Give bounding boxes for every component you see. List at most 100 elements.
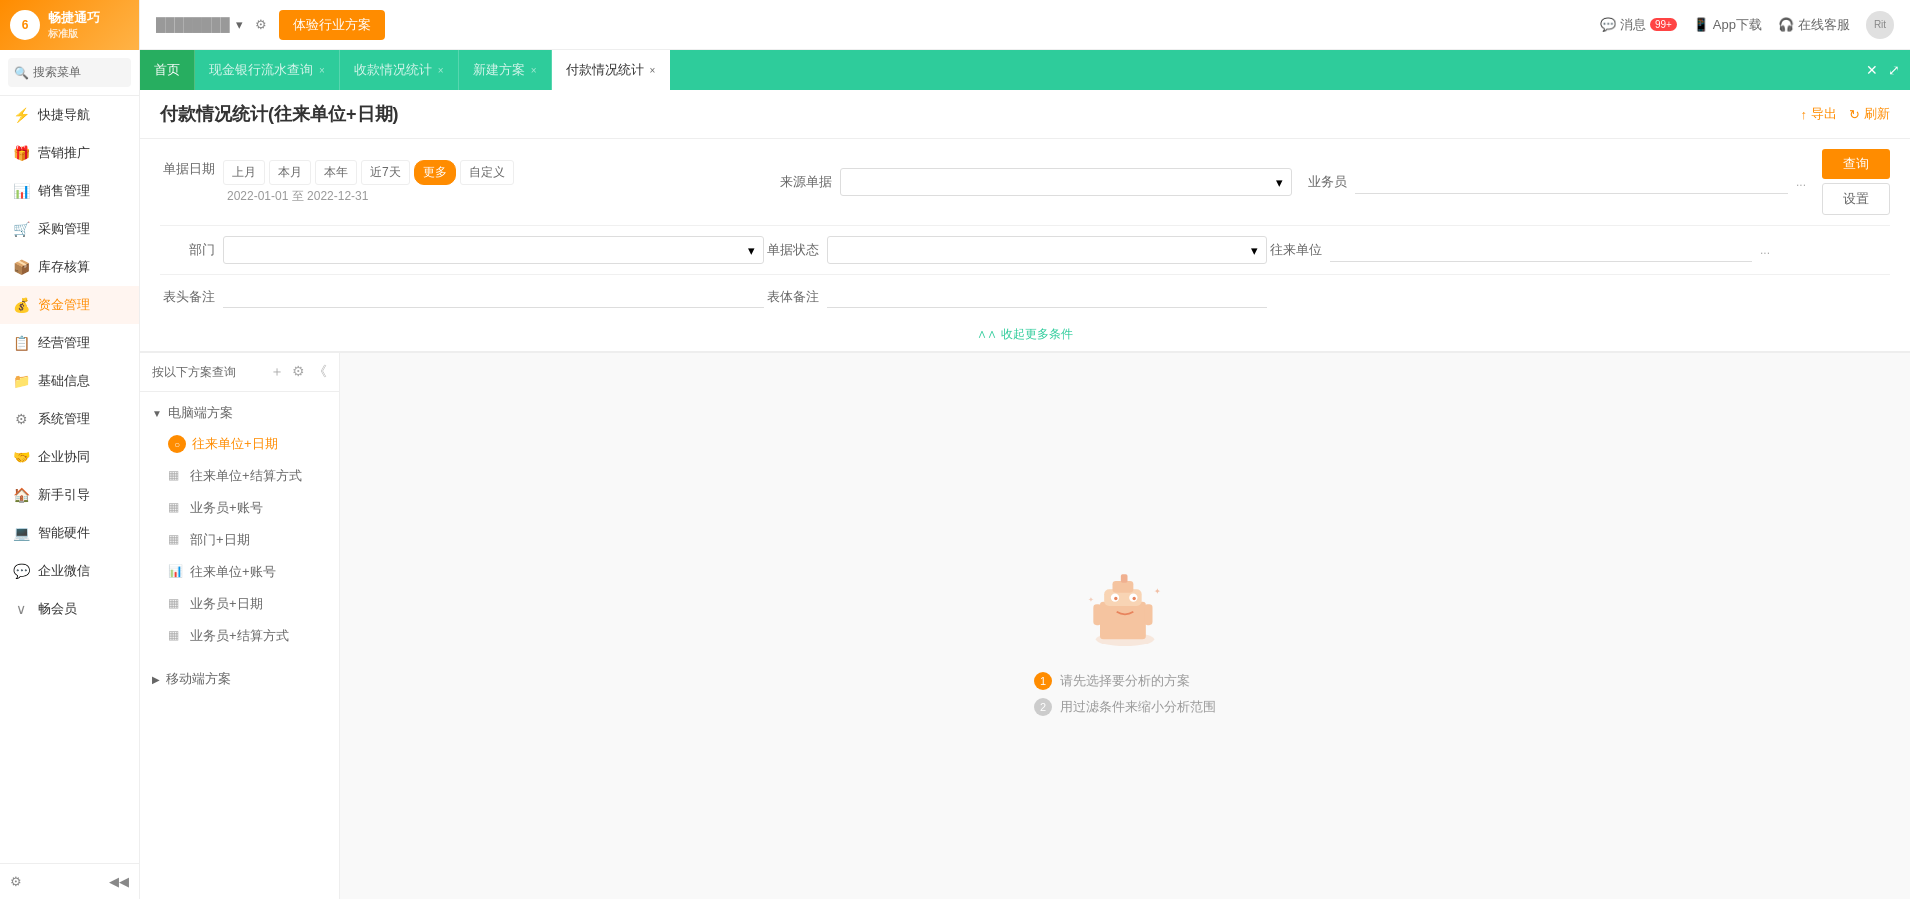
- partner-label: 往来单位: [1267, 241, 1322, 259]
- user-avatar[interactable]: Rit: [1866, 11, 1894, 39]
- sidebar-item-wechat[interactable]: 💬 企业微信: [0, 552, 139, 590]
- body-note-input[interactable]: [827, 285, 1267, 308]
- scheme-group-mobile: ▶ 移动端方案: [140, 658, 339, 700]
- tab-expand-icon[interactable]: ⤢: [1888, 62, 1900, 78]
- tab-payment-stats-label: 收款情况统计: [354, 61, 432, 79]
- sidebar-item-hardware[interactable]: 💻 智能硬件: [0, 514, 139, 552]
- right-panel: ✦ ✦ 1 请先选择要分析的方案 2 用过滤条件来缩小分析范围: [340, 353, 1910, 899]
- tab-new-scheme-close[interactable]: ×: [531, 65, 537, 76]
- tip-number-1: 1: [1034, 672, 1052, 690]
- export-button[interactable]: ↑ 导出: [1801, 105, 1838, 123]
- date-custom-btn[interactable]: 自定义: [460, 160, 514, 185]
- empty-tip-1: 1 请先选择要分析的方案: [1034, 672, 1216, 690]
- scheme-item-icon: ▦: [168, 468, 184, 484]
- partner-input[interactable]: [1330, 239, 1752, 262]
- service-button[interactable]: 🎧 在线客服: [1778, 16, 1850, 34]
- tab-payment-stats-close[interactable]: ×: [438, 65, 444, 76]
- doc-status-select[interactable]: ▾: [827, 236, 1267, 264]
- tab-new-scheme[interactable]: 新建方案 ×: [459, 50, 552, 90]
- tab-cash-flow[interactable]: 现金银行流水查询 ×: [195, 50, 340, 90]
- date-this-month-btn[interactable]: 本月: [269, 160, 311, 185]
- sidebar-item-marketing[interactable]: 🎁 营销推广: [0, 134, 139, 172]
- date-label: 单据日期: [160, 160, 215, 178]
- employee-more-icon[interactable]: ...: [1796, 175, 1806, 189]
- app-download-button[interactable]: 📱 App下载: [1693, 16, 1762, 34]
- settings-icon[interactable]: ⚙: [10, 874, 22, 889]
- tab-home[interactable]: 首页: [140, 50, 195, 90]
- dept-label: 部门: [160, 241, 215, 259]
- wechat-icon: 💬: [12, 562, 30, 580]
- collapse-sidebar-icon[interactable]: ◀◀: [109, 874, 129, 889]
- sidebar-item-shortcut[interactable]: ⚡ 快捷导航: [0, 96, 139, 134]
- scheme-item-partner-settle[interactable]: ▦ 往来单位+结算方式: [140, 460, 339, 492]
- topbar: ████████ ▾ ⚙ 体验行业方案 💬 消息 99+ 📱 App下载 🎧 在…: [140, 0, 1910, 50]
- doc-status-label: 单据状态: [764, 241, 819, 259]
- source-label: 来源单据: [777, 173, 832, 191]
- message-badge: 99+: [1650, 18, 1677, 31]
- tab-close-all-icon[interactable]: ✕: [1866, 62, 1878, 78]
- sidebar-item-capital[interactable]: 💰 资金管理: [0, 286, 139, 324]
- message-button[interactable]: 💬 消息 99+: [1600, 16, 1677, 34]
- refresh-button[interactable]: ↻ 刷新: [1849, 105, 1890, 123]
- scheme-item-label: 业务员+日期: [190, 595, 263, 613]
- date-this-year-btn[interactable]: 本年: [315, 160, 357, 185]
- date-more-btn[interactable]: 更多: [414, 160, 456, 185]
- doc-status-dropdown-icon: ▾: [1251, 243, 1258, 258]
- page-header: 付款情况统计(往来单位+日期) ↑ 导出 ↻ 刷新: [140, 90, 1910, 139]
- employee-input[interactable]: [1355, 171, 1788, 194]
- sidebar-item-label: 销售管理: [38, 182, 90, 200]
- tab-pay-stats-close[interactable]: ×: [650, 65, 656, 76]
- sidebar-item-guide[interactable]: 🏠 新手引导: [0, 476, 139, 514]
- scheme-group-desktop-header[interactable]: ▼ 电脑端方案: [140, 398, 339, 428]
- collapse-bar[interactable]: ∧∧ 收起更多条件: [140, 318, 1910, 352]
- scheme-item-label: 往来单位+日期: [192, 435, 278, 453]
- scheme-item-employee-account[interactable]: ▦ 业务员+账号: [140, 492, 339, 524]
- scheme-item-partner-date[interactable]: ○ 往来单位+日期: [140, 428, 339, 460]
- sidebar-item-inventory[interactable]: 📦 库存核算: [0, 248, 139, 286]
- sidebar-header: 6 畅捷通巧 标准版: [0, 0, 139, 50]
- date-7days-btn[interactable]: 近7天: [361, 160, 410, 185]
- sidebar-item-system[interactable]: ⚙ 系统管理: [0, 400, 139, 438]
- scheme-group-mobile-header[interactable]: ▶ 移动端方案: [140, 664, 339, 694]
- filter-settings-button[interactable]: 设置: [1822, 183, 1890, 215]
- sidebar-item-operation[interactable]: 📋 经营管理: [0, 324, 139, 362]
- query-button[interactable]: 查询: [1822, 149, 1890, 179]
- sidebar-item-label: 采购管理: [38, 220, 90, 238]
- source-select[interactable]: ▾: [840, 168, 1291, 196]
- header-note-label: 表头备注: [160, 288, 215, 306]
- header-note-input[interactable]: [223, 285, 764, 308]
- refresh-label: 刷新: [1864, 105, 1890, 123]
- scheme-item-dept-date[interactable]: ▦ 部门+日期: [140, 524, 339, 556]
- scheme-settings-icon[interactable]: ⚙: [292, 363, 305, 381]
- filter-actions: 查询 设置: [1822, 149, 1890, 215]
- search-menu-button[interactable]: 🔍 搜索菜单: [8, 58, 131, 87]
- add-scheme-icon[interactable]: ＋: [270, 363, 284, 381]
- scheme-item-employee-date[interactable]: ▦ 业务员+日期: [140, 588, 339, 620]
- date-last-month-btn[interactable]: 上月: [223, 160, 265, 185]
- tab-pay-stats[interactable]: 付款情况统计 ×: [552, 50, 671, 90]
- sidebar-item-member[interactable]: ∨ 畅会员: [0, 590, 139, 628]
- dropdown-arrow[interactable]: ▾: [236, 17, 243, 32]
- svg-rect-3: [1113, 581, 1134, 593]
- svg-text:✦: ✦: [1154, 586, 1161, 596]
- topbar-settings-icon[interactable]: ⚙: [255, 17, 267, 32]
- scheme-item-partner-account[interactable]: 📊 往来单位+账号: [140, 556, 339, 588]
- partner-more-icon[interactable]: ...: [1760, 243, 1770, 257]
- tab-cash-flow-close[interactable]: ×: [319, 65, 325, 76]
- scheme-item-employee-settle[interactable]: ▦ 业务员+结算方式: [140, 620, 339, 652]
- collapse-panel-icon[interactable]: 《: [313, 363, 327, 381]
- scheme-item-label: 往来单位+账号: [190, 563, 276, 581]
- trial-button[interactable]: 体验行业方案: [279, 10, 385, 40]
- refresh-icon: ↻: [1849, 107, 1860, 122]
- brand-name: 畅捷通巧: [48, 9, 100, 27]
- filter-row-1: 单据日期 上月 本月 本年 近7天 更多 自定义 2022-01-01 至 20…: [140, 139, 1910, 225]
- headset-icon: 🎧: [1778, 17, 1794, 32]
- sidebar-item-sales[interactable]: 📊 销售管理: [0, 172, 139, 210]
- tab-payment-stats[interactable]: 收款情况统计 ×: [340, 50, 459, 90]
- sidebar-item-basic[interactable]: 📁 基础信息: [0, 362, 139, 400]
- sidebar-item-enterprise[interactable]: 🤝 企业协同: [0, 438, 139, 476]
- dept-select[interactable]: ▾: [223, 236, 764, 264]
- sidebar-item-purchase[interactable]: 🛒 采购管理: [0, 210, 139, 248]
- sidebar-item-label: 经营管理: [38, 334, 90, 352]
- svg-rect-1: [1100, 602, 1146, 640]
